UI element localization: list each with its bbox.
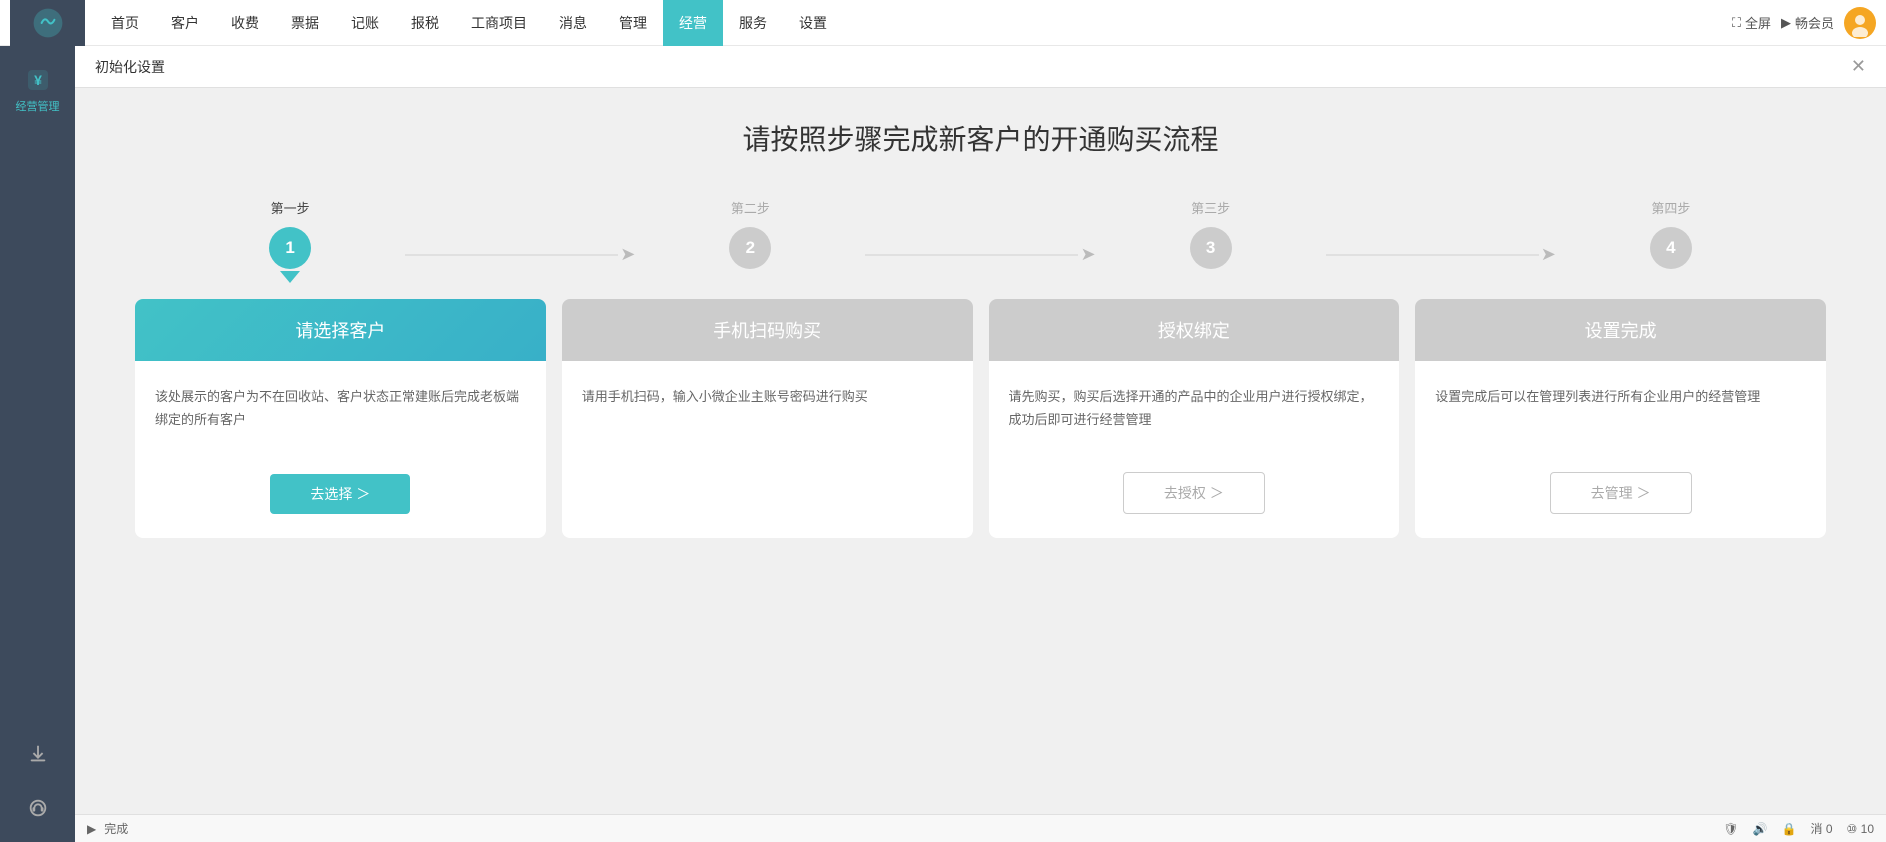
member-label: 畅会员 [1795, 13, 1834, 32]
lock-icon: 🔒 [1782, 822, 1797, 836]
step-2-label: 第二步 [731, 198, 770, 217]
card-1-button[interactable]: 去选择 ＞ [270, 474, 410, 514]
step-3-label: 第三步 [1191, 198, 1230, 217]
card-4-button[interactable]: 去管理 ＞ [1550, 472, 1692, 514]
steps-timeline: 第一步 1 ➤ 第二步 2 ➤ [115, 198, 1846, 283]
card-3-body: 请先购买，购买后选择开通的产品中的企业用户进行授权绑定，成功后即可进行经营管理 [989, 361, 1400, 456]
svg-text:¥: ¥ [34, 72, 42, 88]
sidebar-download[interactable] [0, 730, 75, 778]
user-avatar[interactable] [1844, 7, 1876, 39]
nav-operation[interactable]: 经营 [663, 0, 723, 46]
card-1-body: 该处展示的客户为不在回收站、客户状态正常建账后完成老板端绑定的所有客户 [135, 361, 546, 458]
step-2: 第二步 2 [635, 198, 865, 269]
step-1-pointer [280, 271, 300, 283]
nav-message[interactable]: 消息 [543, 0, 603, 46]
nav-invoice[interactable]: 票据 [275, 0, 335, 46]
nav-account[interactable]: 记账 [335, 0, 395, 46]
headset-icon [24, 794, 52, 822]
play-status-icon: ▶ [87, 822, 96, 836]
status-right: 🛡 🔊 🔒 消 0 ⑩ 10 [1723, 820, 1874, 837]
play-icon: ▶ [1781, 15, 1791, 31]
card-3-header: 授权绑定 [989, 299, 1400, 361]
nav-settings[interactable]: 设置 [783, 0, 843, 46]
card-1-header: 请选择客户 [135, 299, 546, 361]
content-header: 初始化设置 ✕ [75, 46, 1886, 88]
step-1-label: 第一步 [271, 198, 310, 217]
step-3-circle: 3 [1190, 227, 1232, 269]
fullscreen-icon: ⛶ [1732, 15, 1741, 31]
card-2-footer [562, 498, 973, 538]
status-bar: ▶ 完成 🛡 🔊 🔒 消 0 ⑩ 10 [75, 814, 1886, 842]
card-2: 手机扫码购买 请用手机扫码，输入小微企业主账号密码进行购买 [562, 299, 973, 538]
step-1: 第一步 1 [175, 198, 405, 283]
card-4-header: 设置完成 [1415, 299, 1826, 361]
close-button[interactable]: ✕ [1851, 56, 1866, 77]
clock-count: ⑩ 10 [1847, 822, 1874, 836]
shield-status-icon: 🛡 [1723, 822, 1738, 836]
nav-items: 首页 客户 收费 票据 记账 报税 工商项目 消息 管理 经营 服务 设置 [85, 0, 1732, 46]
card-4-footer: 去管理 ＞ [1415, 456, 1826, 538]
top-navigation: 首页 客户 收费 票据 记账 报税 工商项目 消息 管理 经营 服务 设置 ⛶ … [0, 0, 1886, 46]
sidebar-item-label: 经营管理 [16, 98, 60, 114]
nav-tax[interactable]: 报税 [395, 0, 455, 46]
nav-customer[interactable]: 客户 [155, 0, 215, 46]
yen-icon: ¥ [24, 66, 52, 94]
step-3: 第三步 3 [1096, 198, 1326, 269]
message-count: 消 0 [1811, 820, 1833, 837]
app-logo [10, 0, 85, 46]
step-1-circle: 1 [269, 227, 311, 269]
step-2-circle: 2 [729, 227, 771, 269]
nav-fee[interactable]: 收费 [215, 0, 275, 46]
member-button[interactable]: ▶ 畅会员 [1781, 13, 1834, 32]
step-4-circle: 4 [1650, 227, 1692, 269]
card-3: 授权绑定 请先购买，购买后选择开通的产品中的企业用户进行授权绑定，成功后即可进行… [989, 299, 1400, 538]
status-left: ▶ 完成 [87, 820, 128, 837]
card-3-footer: 去授权 ＞ [989, 456, 1400, 538]
volume-icon: 🔊 [1753, 822, 1768, 836]
sidebar-item-operation[interactable]: ¥ 经营管理 [0, 56, 75, 124]
download-icon [24, 740, 52, 768]
card-4-body: 设置完成后可以在管理列表进行所有企业用户的经营管理 [1415, 361, 1826, 456]
sidebar-bottom [0, 730, 75, 832]
page-title: 初始化设置 [95, 57, 165, 77]
setup-content: 请按照步骤完成新客户的开通购买流程 第一步 1 ➤ 第二步 2 [75, 88, 1886, 814]
sidebar: ¥ 经营管理 [0, 46, 75, 842]
nav-manage[interactable]: 管理 [603, 0, 663, 46]
setup-main-title: 请按照步骤完成新客户的开通购买流程 [115, 118, 1846, 158]
connector-3: ➤ [1326, 244, 1556, 265]
cards-row: 请选择客户 该处展示的客户为不在回收站、客户状态正常建账后完成老板端绑定的所有客… [135, 299, 1826, 538]
content-area: 初始化设置 ✕ 请按照步骤完成新客户的开通购买流程 第一步 1 ➤ [75, 46, 1886, 842]
connector-2: ➤ [865, 244, 1095, 265]
card-4: 设置完成 设置完成后可以在管理列表进行所有企业用户的经营管理 去管理 ＞ [1415, 299, 1826, 538]
card-3-button[interactable]: 去授权 ＞ [1123, 472, 1265, 514]
nav-home[interactable]: 首页 [95, 0, 155, 46]
step-4-label: 第四步 [1651, 198, 1690, 217]
sidebar-support[interactable] [0, 784, 75, 832]
nav-business[interactable]: 工商项目 [455, 0, 543, 46]
nav-service[interactable]: 服务 [723, 0, 783, 46]
nav-right-section: ⛶ 全屏 ▶ 畅会员 [1732, 7, 1876, 39]
card-2-header: 手机扫码购买 [562, 299, 973, 361]
card-2-body: 请用手机扫码，输入小微企业主账号密码进行购买 [562, 361, 973, 498]
card-1: 请选择客户 该处展示的客户为不在回收站、客户状态正常建账后完成老板端绑定的所有客… [135, 299, 546, 538]
status-text: 完成 [104, 820, 128, 837]
card-1-footer: 去选择 ＞ [135, 458, 546, 538]
connector-1: ➤ [405, 244, 635, 265]
fullscreen-label: 全屏 [1745, 13, 1771, 32]
fullscreen-button[interactable]: ⛶ 全屏 [1732, 13, 1771, 32]
step-4: 第四步 4 [1556, 198, 1786, 269]
main-layout: ¥ 经营管理 [0, 46, 1886, 842]
